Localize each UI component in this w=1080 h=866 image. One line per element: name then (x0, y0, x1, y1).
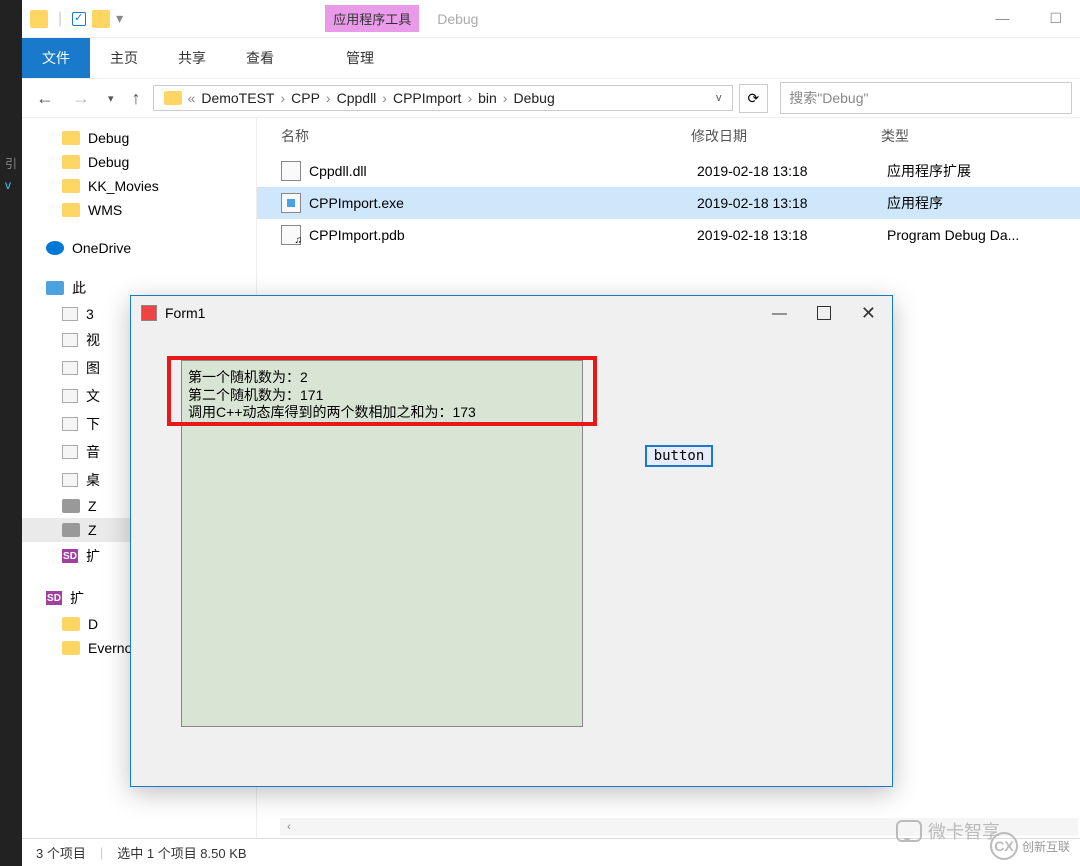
minimize-button[interactable]: — (985, 6, 1019, 31)
history-dropdown[interactable]: ▾ (102, 88, 120, 109)
ribbon-context-tab[interactable]: 应用程序工具 (325, 5, 419, 32)
form1-titlebar[interactable]: Form1 — ✕ (131, 296, 892, 330)
sd-icon: SD (62, 549, 78, 563)
folder-icon (62, 617, 80, 631)
minimize-button[interactable]: — (766, 303, 793, 324)
breadcrumb-item[interactable]: CPP (291, 90, 320, 106)
generic-icon (62, 333, 78, 347)
refresh-button[interactable]: ⟳ (739, 84, 769, 113)
exe-file-icon (281, 193, 301, 213)
generic-icon (62, 417, 78, 431)
run-button[interactable]: button (645, 445, 713, 467)
form1-title-text: Form1 (165, 305, 205, 321)
output-line: 调用C++动态库得到的两个数相加之和为：173 (188, 404, 576, 422)
generic-icon (62, 361, 78, 375)
qat-dropdown-icon[interactable]: ▾ (116, 10, 123, 27)
speech-bubble-icon (896, 820, 922, 842)
tree-item[interactable]: Debug (22, 126, 256, 150)
tab-home[interactable]: 主页 (90, 38, 158, 78)
breadcrumb-dropdown-icon[interactable]: v (716, 92, 722, 104)
folder-icon (62, 131, 80, 145)
folder-icon (62, 179, 80, 193)
pc-icon (46, 281, 64, 295)
folder-icon (62, 203, 80, 217)
breadcrumb-item[interactable]: CPPImport (393, 90, 461, 106)
tab-view[interactable]: 查看 (226, 38, 294, 78)
titlebar: | ✓ ▾ 应用程序工具 Debug — ☐ (22, 0, 1080, 38)
breadcrumb[interactable]: « DemoTEST› CPP› Cppdll› CPPImport› bin›… (153, 85, 733, 111)
forward-button: → (66, 84, 96, 113)
tab-file[interactable]: 文件 (22, 38, 90, 78)
folder-icon (62, 641, 80, 655)
maximize-button[interactable]: ☐ (1039, 6, 1072, 31)
watermark: 微卡智享 (896, 818, 1000, 844)
tree-item[interactable]: KK_Movies (22, 174, 256, 198)
onedrive-icon (46, 241, 64, 255)
generic-icon (62, 473, 78, 487)
form1-body: 第一个随机数为：2 第二个随机数为：171 调用C++动态库得到的两个数相加之和… (131, 330, 892, 786)
window-title: Debug (437, 11, 478, 27)
generic-icon (62, 307, 78, 321)
dll-file-icon (281, 161, 301, 181)
file-row[interactable]: CPPImport.pdb 2019-02-18 13:18 Program D… (257, 219, 1080, 251)
breadcrumb-item[interactable]: Debug (513, 90, 554, 106)
output-textbox[interactable]: 第一个随机数为：2 第二个随机数为：171 调用C++动态库得到的两个数相加之和… (181, 360, 583, 727)
maximize-button[interactable] (817, 306, 831, 320)
tab-share[interactable]: 共享 (158, 38, 226, 78)
file-row[interactable]: Cppdll.dll 2019-02-18 13:18 应用程序扩展 (257, 155, 1080, 187)
up-button[interactable]: ↑ (126, 84, 147, 113)
tree-onedrive[interactable]: OneDrive (22, 236, 256, 260)
ribbon-tabs: 文件 主页 共享 查看 管理 (22, 38, 1080, 78)
folder-icon (62, 155, 80, 169)
output-line: 第一个随机数为：2 (188, 369, 576, 387)
nav-bar: ← → ▾ ↑ « DemoTEST› CPP› Cppdll› CPPImpo… (22, 78, 1080, 118)
folder-icon (92, 10, 110, 28)
window-controls: — ☐ (985, 6, 1072, 31)
status-item-count: 3 个项目 (36, 843, 86, 862)
folder-icon (30, 10, 48, 28)
disk-icon (62, 499, 80, 513)
breadcrumb-item[interactable]: Cppdll (337, 90, 377, 106)
pdb-file-icon (281, 225, 301, 245)
sort-indicator-icon: ⌃ (487, 118, 495, 122)
tree-item[interactable]: WMS (22, 198, 256, 222)
file-row[interactable]: CPPImport.exe 2019-02-18 13:18 应用程序 (257, 187, 1080, 219)
logo-icon: CX (990, 832, 1018, 860)
qat-checkbox-icon[interactable]: ✓ (72, 12, 86, 26)
tab-manage[interactable]: 管理 (326, 38, 394, 78)
watermark: CX 创新互联 (990, 832, 1070, 860)
disk-icon (62, 523, 80, 537)
close-button[interactable]: ✕ (855, 301, 882, 326)
file-header: 名称 修改日期 类型 (257, 118, 1080, 155)
back-button[interactable]: ← (30, 84, 60, 113)
editor-gutter: 引 v (0, 0, 22, 866)
scroll-left-icon[interactable]: ‹ (280, 818, 298, 836)
form1-window: Form1 — ✕ 第一个随机数为：2 第二个随机数为：171 调用C++动态库… (130, 295, 893, 787)
col-date[interactable]: 修改日期 (691, 126, 881, 146)
search-input[interactable]: 搜索"Debug" (780, 82, 1072, 114)
status-selection: 选中 1 个项目 8.50 KB (117, 843, 246, 862)
generic-icon (62, 445, 78, 459)
col-type[interactable]: 类型 (881, 126, 1080, 146)
folder-icon (164, 91, 182, 105)
output-line: 第二个随机数为：171 (188, 387, 576, 405)
sd-icon: SD (46, 591, 62, 605)
breadcrumb-item[interactable]: DemoTEST (201, 90, 274, 106)
tree-item[interactable]: Debug (22, 150, 256, 174)
breadcrumb-item[interactable]: bin (478, 90, 497, 106)
app-icon (141, 305, 157, 321)
generic-icon (62, 389, 78, 403)
col-name[interactable]: 名称 (281, 126, 691, 146)
